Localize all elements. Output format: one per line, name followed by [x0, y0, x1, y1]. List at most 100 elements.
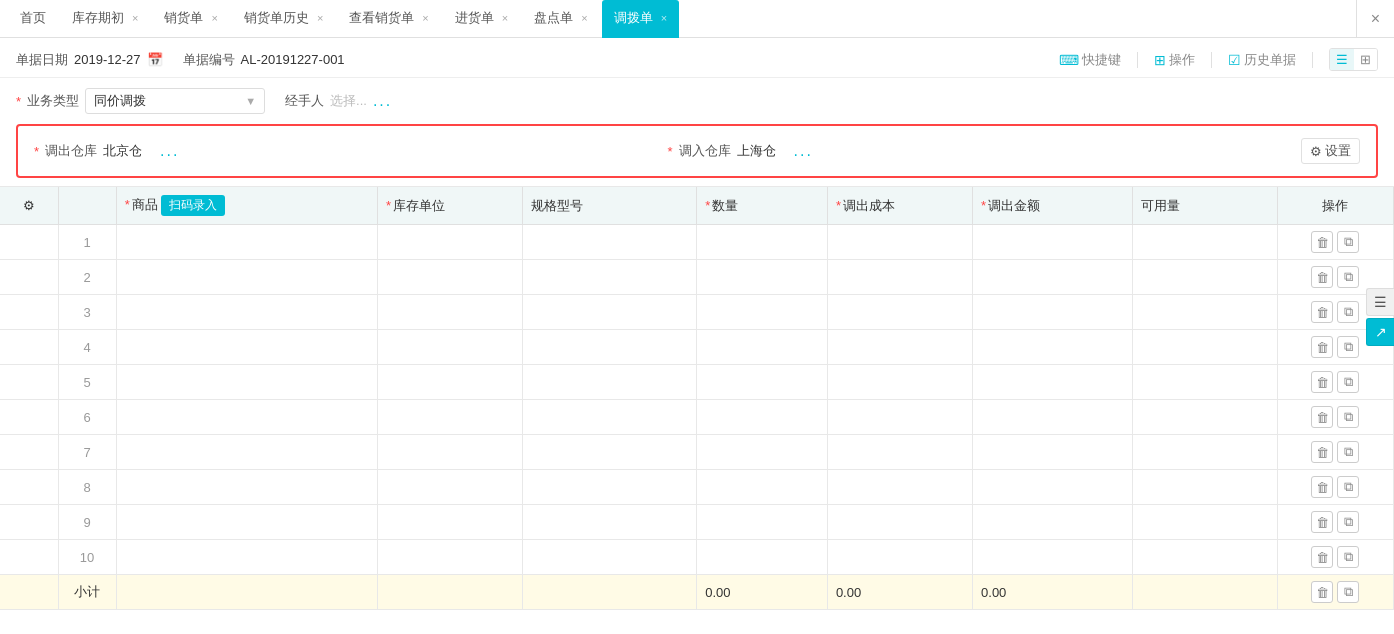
- row-product[interactable]: [116, 225, 377, 260]
- tab-purchase-order[interactable]: 进货单×: [443, 0, 520, 38]
- row-spec[interactable]: [523, 365, 697, 400]
- row-product[interactable]: [116, 295, 377, 330]
- row-unit[interactable]: [377, 400, 522, 435]
- tab-sales-history[interactable]: 销货单历史×: [232, 0, 335, 38]
- tab-home[interactable]: 首页: [8, 0, 58, 38]
- row-cost[interactable]: [827, 505, 972, 540]
- grid-view-btn[interactable]: ⊞: [1354, 49, 1377, 70]
- delete-row-btn[interactable]: 🗑: [1311, 476, 1333, 498]
- row-spec[interactable]: [523, 575, 697, 610]
- row-spec[interactable]: [523, 435, 697, 470]
- row-cost[interactable]: [827, 260, 972, 295]
- tab-close-inventory-count[interactable]: ×: [581, 12, 587, 24]
- row-cost[interactable]: [827, 295, 972, 330]
- row-qty[interactable]: [697, 225, 828, 260]
- row-spec[interactable]: [523, 225, 697, 260]
- row-amount[interactable]: [973, 435, 1133, 470]
- row-available[interactable]: [1132, 330, 1277, 365]
- row-available[interactable]: [1132, 365, 1277, 400]
- delete-row-btn[interactable]: 🗑: [1311, 546, 1333, 568]
- row-amount[interactable]: [973, 400, 1133, 435]
- row-amount[interactable]: [973, 365, 1133, 400]
- row-qty[interactable]: [697, 470, 828, 505]
- business-type-selector[interactable]: 同价调拨 ▼: [85, 88, 265, 114]
- right-tool-export-btn[interactable]: ↗: [1366, 318, 1394, 346]
- row-qty[interactable]: [697, 540, 828, 575]
- row-cost[interactable]: 0.00: [827, 575, 972, 610]
- handler-placeholder[interactable]: 选择...: [330, 92, 367, 110]
- row-spec[interactable]: [523, 470, 697, 505]
- row-available[interactable]: [1132, 435, 1277, 470]
- delete-row-btn[interactable]: 🗑: [1311, 581, 1333, 603]
- delete-row-btn[interactable]: 🗑: [1311, 511, 1333, 533]
- row-unit[interactable]: [377, 540, 522, 575]
- row-available[interactable]: [1132, 400, 1277, 435]
- delete-row-btn[interactable]: 🗑: [1311, 301, 1333, 323]
- tab-view-sales[interactable]: 查看销货单×: [337, 0, 440, 38]
- delete-row-btn[interactable]: 🗑: [1311, 231, 1333, 253]
- tab-transfer-order[interactable]: 调拨单×: [602, 0, 679, 38]
- copy-row-btn[interactable]: ⧉: [1337, 581, 1359, 603]
- delete-row-btn[interactable]: 🗑: [1311, 441, 1333, 463]
- row-spec[interactable]: [523, 400, 697, 435]
- delete-row-btn[interactable]: 🗑: [1311, 371, 1333, 393]
- list-view-btn[interactable]: ☰: [1330, 49, 1354, 70]
- row-unit[interactable]: [377, 295, 522, 330]
- row-unit[interactable]: [377, 365, 522, 400]
- row-amount[interactable]: [973, 225, 1133, 260]
- copy-row-btn[interactable]: ⧉: [1337, 406, 1359, 428]
- row-qty[interactable]: [697, 365, 828, 400]
- row-product[interactable]: [116, 575, 377, 610]
- copy-row-btn[interactable]: ⧉: [1337, 336, 1359, 358]
- copy-row-btn[interactable]: ⧉: [1337, 511, 1359, 533]
- warehouse-settings-btn[interactable]: ⚙ 设置: [1301, 138, 1360, 164]
- row-qty[interactable]: [697, 295, 828, 330]
- row-spec[interactable]: [523, 295, 697, 330]
- window-close-btn[interactable]: ×: [1356, 0, 1394, 38]
- row-spec[interactable]: [523, 505, 697, 540]
- row-product[interactable]: [116, 260, 377, 295]
- row-amount[interactable]: [973, 470, 1133, 505]
- warehouse-in-more-btn[interactable]: ...: [794, 142, 813, 160]
- copy-row-btn[interactable]: ⧉: [1337, 301, 1359, 323]
- row-unit[interactable]: [377, 575, 522, 610]
- row-unit[interactable]: [377, 470, 522, 505]
- copy-row-btn[interactable]: ⧉: [1337, 476, 1359, 498]
- row-product[interactable]: [116, 470, 377, 505]
- shortcut-action[interactable]: ⌨ 快捷键: [1059, 51, 1121, 69]
- row-spec[interactable]: [523, 260, 697, 295]
- row-available[interactable]: [1132, 260, 1277, 295]
- row-unit[interactable]: [377, 435, 522, 470]
- row-amount[interactable]: [973, 540, 1133, 575]
- row-product[interactable]: [116, 435, 377, 470]
- row-unit[interactable]: [377, 330, 522, 365]
- row-available[interactable]: [1132, 225, 1277, 260]
- row-cost[interactable]: [827, 435, 972, 470]
- row-qty[interactable]: [697, 505, 828, 540]
- tab-sales-order[interactable]: 销货单×: [152, 0, 229, 38]
- right-tool-list-btn[interactable]: ☰: [1366, 288, 1394, 316]
- row-qty[interactable]: [697, 435, 828, 470]
- delete-row-btn[interactable]: 🗑: [1311, 336, 1333, 358]
- row-product[interactable]: [116, 540, 377, 575]
- row-product[interactable]: [116, 330, 377, 365]
- row-qty[interactable]: [697, 260, 828, 295]
- tab-close-sales-order[interactable]: ×: [211, 12, 217, 24]
- row-qty[interactable]: 0.00: [697, 575, 828, 610]
- row-product[interactable]: [116, 505, 377, 540]
- scan-btn[interactable]: 扫码录入: [161, 195, 225, 216]
- row-cost[interactable]: [827, 400, 972, 435]
- row-amount[interactable]: [973, 505, 1133, 540]
- col-settings-header[interactable]: ⚙: [0, 187, 58, 225]
- row-amount[interactable]: [973, 295, 1133, 330]
- row-product[interactable]: [116, 400, 377, 435]
- copy-row-btn[interactable]: ⧉: [1337, 371, 1359, 393]
- row-available[interactable]: [1132, 505, 1277, 540]
- row-available[interactable]: [1132, 470, 1277, 505]
- row-amount[interactable]: [973, 260, 1133, 295]
- copy-row-btn[interactable]: ⧉: [1337, 231, 1359, 253]
- row-amount[interactable]: [973, 330, 1133, 365]
- delete-row-btn[interactable]: 🗑: [1311, 266, 1333, 288]
- row-qty[interactable]: [697, 330, 828, 365]
- row-unit[interactable]: [377, 505, 522, 540]
